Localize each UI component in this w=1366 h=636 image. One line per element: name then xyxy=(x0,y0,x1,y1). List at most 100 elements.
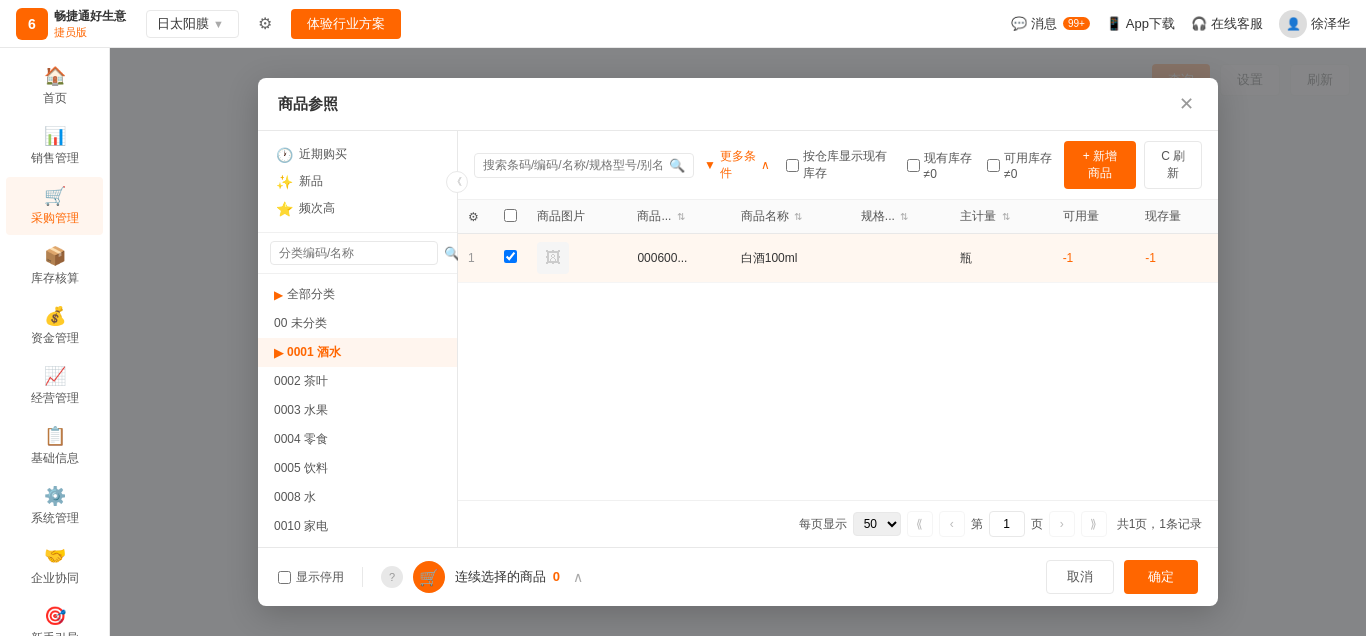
sidebar-label-basics: 基础信息 xyxy=(31,450,79,467)
quick-nav-recent[interactable]: 🕐 近期购买 xyxy=(270,141,445,168)
system-icon: ⚙️ xyxy=(44,485,66,507)
app-layout: 🏠 首页 📊 销售管理 🛒 采购管理 📦 库存核算 💰 资金管理 📈 经营管理 … xyxy=(0,48,1366,636)
sidebar-item-purchase[interactable]: 🛒 采购管理 xyxy=(6,177,103,235)
col-code-header[interactable]: 商品... ⇅ xyxy=(627,200,730,234)
nav-right: 💬 消息 99+ 📱 App下载 🎧 在线客服 👤 徐泽华 xyxy=(1011,10,1350,38)
recent-icon: 🕐 xyxy=(276,147,293,163)
cart-icon-button[interactable]: 🛒 xyxy=(413,561,445,593)
enterprise-icon: 🤝 xyxy=(44,545,66,567)
category-list: ▶ 全部分类 00 未分类 ▶ 0001 酒水 0002 茶 xyxy=(258,274,457,547)
modal-left-panel: 🕐 近期购买 ✨ 新品 ⭐ 频次高 《 xyxy=(258,131,458,547)
category-00[interactable]: 00 未分类 xyxy=(258,309,457,338)
trial-button[interactable]: 体验行业方案 xyxy=(291,9,401,39)
user-nav-item[interactable]: 👤 徐泽华 xyxy=(1279,10,1350,38)
col-settings[interactable]: ⚙ xyxy=(458,200,494,234)
checkbox-stock-not-zero[interactable]: 现有库存≠0 xyxy=(907,150,974,181)
next-page-button[interactable]: › xyxy=(1049,511,1075,537)
per-page-select[interactable]: 50 xyxy=(853,512,901,536)
category-0002[interactable]: 0002 茶叶 xyxy=(258,367,457,396)
sidebar-item-system[interactable]: ⚙️ 系统管理 xyxy=(6,477,103,535)
new-icon: ✨ xyxy=(276,174,293,190)
store-selector[interactable]: 日太阳膜 ▼ xyxy=(146,10,239,38)
sidebar-label-sales: 销售管理 xyxy=(31,150,79,167)
col-spec-header[interactable]: 规格... ⇅ xyxy=(851,200,950,234)
add-product-button[interactable]: + 新增商品 xyxy=(1064,141,1137,189)
sidebar-item-operations[interactable]: 📈 经营管理 xyxy=(6,357,103,415)
row-unit-cell: 瓶 xyxy=(950,234,1052,283)
prev-page-button[interactable]: ‹ xyxy=(939,511,965,537)
category-0010[interactable]: 0010 家电 xyxy=(258,512,457,541)
store-name: 日太阳膜 xyxy=(157,15,209,33)
last-page-button[interactable]: ⟫ xyxy=(1081,511,1107,537)
category-0008[interactable]: 0008 水 xyxy=(258,483,457,512)
select-all-checkbox[interactable] xyxy=(504,209,517,222)
collapse-panel-button[interactable]: 《 xyxy=(446,171,468,193)
filter-icon: ▼ xyxy=(704,158,716,172)
show-disabled-checkbox[interactable] xyxy=(278,571,291,584)
checkbox-by-warehouse-input[interactable] xyxy=(786,159,799,172)
filter-caret: ∧ xyxy=(761,158,770,172)
category-0005[interactable]: 0005 饮料 xyxy=(258,454,457,483)
quick-nav-frequent[interactable]: ⭐ 频次高 xyxy=(270,195,445,222)
col-name-header[interactable]: 商品名称 ⇅ xyxy=(731,200,851,234)
sidebar-item-home[interactable]: 🏠 首页 xyxy=(6,57,103,115)
main-content: 查询 设置 刷新 商品参照 ✕ xyxy=(110,48,1366,636)
sidebar-item-finance[interactable]: 💰 资金管理 xyxy=(6,297,103,355)
footer-left: 显示停用 ? 🛒 连续选择的商品 0 ∧ xyxy=(278,561,1046,593)
modal-close-button[interactable]: ✕ xyxy=(1174,92,1198,116)
logo-icon: 6 xyxy=(16,8,48,40)
cancel-button[interactable]: 取消 xyxy=(1046,560,1114,594)
page-number-input[interactable] xyxy=(989,511,1025,537)
more-filter-button[interactable]: ▼ 更多条件 ∧ xyxy=(704,148,770,182)
product-table-container: ⚙ 商品图片 商品... ⇅ xyxy=(458,200,1218,500)
pagination: 每页显示 50 ⟪ ‹ 第 页 › ⟫ 共1页，1条记录 xyxy=(458,500,1218,547)
settings-icon[interactable]: ⚙ xyxy=(251,10,279,38)
category-0004[interactable]: 0004 零食 xyxy=(258,425,457,454)
help-icon[interactable]: ? xyxy=(381,566,403,588)
sidebar-item-inventory[interactable]: 📦 库存核算 xyxy=(6,237,103,295)
sidebar-label-purchase: 采购管理 xyxy=(31,210,79,227)
mobile-icon: 📱 xyxy=(1106,16,1122,31)
spec-sort-icon: ⇅ xyxy=(900,211,908,222)
show-disabled-checkbox-label[interactable]: 显示停用 xyxy=(278,569,344,586)
table-row[interactable]: 1 🖼 000600... 白酒100ml xyxy=(458,234,1218,283)
quick-nav-new[interactable]: ✨ 新品 xyxy=(270,168,445,195)
online-service-nav-item[interactable]: 🎧 在线客服 xyxy=(1191,15,1263,33)
row-checkbox-cell[interactable] xyxy=(494,234,527,283)
first-page-button[interactable]: ⟪ xyxy=(907,511,933,537)
footer-right: 取消 确定 xyxy=(1046,560,1198,594)
confirm-button[interactable]: 确定 xyxy=(1124,560,1198,594)
sidebar-item-guide[interactable]: 🎯 新手引导 xyxy=(6,597,103,636)
row-checkbox[interactable] xyxy=(504,250,517,263)
category-0003[interactable]: 0003 水果 xyxy=(258,396,457,425)
frequent-icon: ⭐ xyxy=(276,201,293,217)
code-sort-icon: ⇅ xyxy=(677,211,685,222)
search-icon[interactable]: 🔍 xyxy=(669,158,685,173)
sidebar-item-basics[interactable]: 📋 基础信息 xyxy=(6,417,103,475)
checkbox-available-not-zero[interactable]: 可用库存≠0 xyxy=(987,150,1054,181)
checkbox-by-warehouse[interactable]: 按仓库显示现有库存 xyxy=(786,148,892,182)
row-num: 1 xyxy=(458,234,494,283)
checkbox-available-not-zero-input[interactable] xyxy=(987,159,1000,172)
category-all[interactable]: ▶ 全部分类 xyxy=(258,280,457,309)
row-image-cell: 🖼 xyxy=(527,234,627,283)
sidebar: 🏠 首页 📊 销售管理 🛒 采购管理 📦 库存核算 💰 资金管理 📈 经营管理 … xyxy=(0,48,110,636)
continuous-select-text: 连续选择的商品 0 xyxy=(455,568,563,586)
modal-body: 🕐 近期购买 ✨ 新品 ⭐ 频次高 《 xyxy=(258,131,1218,547)
sidebar-item-sales[interactable]: 📊 销售管理 xyxy=(6,117,103,175)
product-search-input[interactable] xyxy=(483,158,663,172)
refresh-button[interactable]: C 刷新 xyxy=(1144,141,1202,189)
col-stock-header: 现存量 xyxy=(1135,200,1218,234)
toolbar-action-buttons: + 新增商品 C 刷新 xyxy=(1064,141,1202,189)
app-download-nav-item[interactable]: 📱 App下载 xyxy=(1106,15,1175,33)
fold-button[interactable]: ∧ xyxy=(573,569,583,585)
sidebar-label-finance: 资金管理 xyxy=(31,330,79,347)
sidebar-label-guide: 新手引导 xyxy=(31,630,79,636)
category-search-input[interactable] xyxy=(270,241,438,265)
checkbox-stock-not-zero-input[interactable] xyxy=(907,159,920,172)
sidebar-item-enterprise[interactable]: 🤝 企业协同 xyxy=(6,537,103,595)
message-nav-item[interactable]: 💬 消息 99+ xyxy=(1011,15,1090,33)
modal-footer: 显示停用 ? 🛒 连续选择的商品 0 ∧ 取消 确定 xyxy=(258,547,1218,606)
col-unit-header[interactable]: 主计量 ⇅ xyxy=(950,200,1052,234)
category-0001[interactable]: ▶ 0001 酒水 xyxy=(258,338,457,367)
